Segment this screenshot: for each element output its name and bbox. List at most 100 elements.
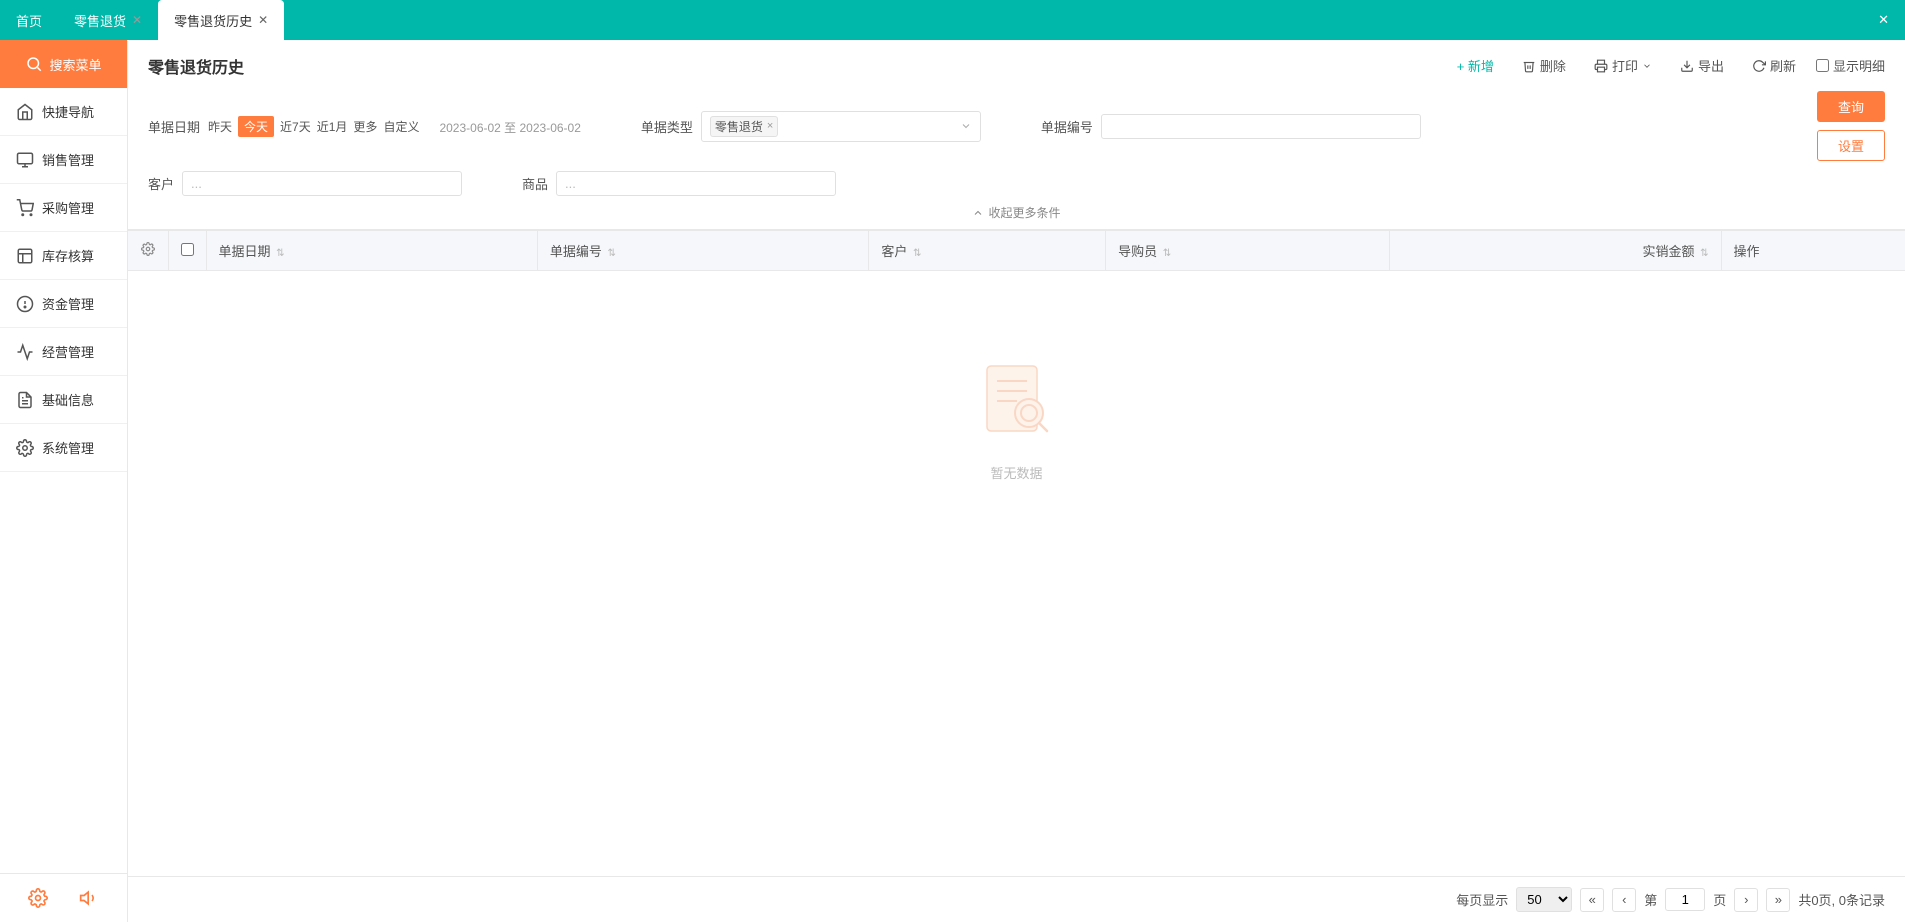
th-customer[interactable]: 客户 ⇅ <box>869 231 1106 271</box>
settings-bottom-icon[interactable] <box>26 886 50 910</box>
management-icon <box>16 343 34 361</box>
page-input[interactable] <box>1665 888 1705 911</box>
table-body: 暂无数据 <box>128 271 1905 563</box>
tab-retail-return-history-close[interactable]: ✕ <box>258 13 268 27</box>
th-checkbox[interactable] <box>168 231 206 271</box>
sort-date-icon: ⇅ <box>276 248 284 259</box>
date-shortcuts: 昨天 今天 近7天 近1月 更多 自定义 <box>208 116 419 137</box>
sidebar-item-system[interactable]: 系统管理 <box>0 424 127 472</box>
main-table: 单据日期 ⇅ 单据编号 ⇅ 客户 ⇅ 导购员 ⇅ <box>128 231 1905 562</box>
page-header: 零售退货历史 + 新增 删除 打印 导出 <box>128 40 1905 230</box>
page-title-row: 零售退货历史 + 新增 删除 打印 导出 <box>148 52 1885 79</box>
table-header-row: 单据日期 ⇅ 单据编号 ⇅ 客户 ⇅ 导购员 ⇅ <box>128 231 1905 271</box>
table-container: 单据日期 ⇅ 单据编号 ⇅ 客户 ⇅ 导购员 ⇅ <box>128 230 1905 876</box>
th-action: 操作 <box>1721 231 1905 271</box>
refresh-button[interactable]: 刷新 <box>1744 52 1804 79</box>
new-button[interactable]: + 新增 <box>1449 52 1502 79</box>
tab-home[interactable]: 首页 <box>0 0 58 40</box>
query-button[interactable]: 查询 <box>1817 91 1885 122</box>
goods-ellipsis: ... <box>565 176 576 191</box>
date-more[interactable]: 更多 <box>353 118 377 135</box>
last-page-button[interactable]: » <box>1766 888 1790 912</box>
filter-docnum-input[interactable] <box>1101 114 1421 139</box>
delete-button[interactable]: 删除 <box>1514 52 1574 79</box>
per-page-select[interactable]: 20 50 100 <box>1516 887 1572 912</box>
filter-row-1: 单据日期 昨天 今天 近7天 近1月 更多 自定义 2023-06-02 至 2… <box>148 91 1885 161</box>
main-layout: 搜索菜单 快捷导航 销售管理 采购管理 库存核算 资金管理 经营管理 基础信息 <box>0 40 1905 922</box>
tab-retail-return-history[interactable]: 零售退货历史 ✕ <box>158 0 284 40</box>
date-custom[interactable]: 自定义 <box>383 118 419 135</box>
content-area: 零售退货历史 + 新增 删除 打印 导出 <box>128 40 1905 922</box>
th-date[interactable]: 单据日期 ⇅ <box>206 231 537 271</box>
page-title: 零售退货历史 <box>148 54 244 78</box>
empty-illustration <box>967 351 1067 451</box>
filter-type-tag: 零售退货 × <box>710 116 778 137</box>
sidebar-search[interactable]: 搜索菜单 <box>0 40 127 88</box>
tab-retail-return[interactable]: 零售退货 ✕ <box>58 0 158 40</box>
filter-type-tag-close[interactable]: × <box>767 120 773 132</box>
column-settings-icon <box>141 242 155 256</box>
settings-button[interactable]: 设置 <box>1817 130 1885 161</box>
search-icon <box>25 55 43 73</box>
date-today[interactable]: 今天 <box>238 116 274 137</box>
toolbar: + 新增 删除 打印 导出 <box>1449 52 1885 79</box>
sidebar: 搜索菜单 快捷导航 销售管理 采购管理 库存核算 资金管理 经营管理 基础信息 <box>0 40 128 922</box>
sales-icon <box>16 151 34 169</box>
audio-bottom-icon[interactable] <box>77 886 101 910</box>
select-all-checkbox[interactable] <box>181 243 194 256</box>
date-7days[interactable]: 近7天 <box>280 118 311 135</box>
collapse-icon <box>972 207 984 219</box>
export-icon <box>1680 59 1694 73</box>
sidebar-item-management[interactable]: 经营管理 <box>0 328 127 376</box>
topbar-close[interactable]: ✕ <box>1878 12 1905 28</box>
print-icon <box>1594 59 1608 73</box>
sort-guide-icon: ⇅ <box>1163 248 1171 259</box>
print-button[interactable]: 打印 <box>1586 52 1660 79</box>
empty-state: 暂无数据 <box>128 271 1905 562</box>
th-settings[interactable] <box>128 231 168 271</box>
prev-page-button[interactable]: ‹ <box>1612 888 1636 912</box>
filter-goods-select[interactable]: ... <box>556 171 836 196</box>
collapse-bar[interactable]: 收起更多条件 <box>148 200 1885 229</box>
next-page-button[interactable]: › <box>1734 888 1758 912</box>
th-guide[interactable]: 导购员 ⇅ <box>1106 231 1390 271</box>
filter-customer: 客户 ... <box>148 171 462 196</box>
date-yesterday[interactable]: 昨天 <box>208 118 232 135</box>
sidebar-item-quicknav[interactable]: 快捷导航 <box>0 88 127 136</box>
th-amount[interactable]: 实销金额 ⇅ <box>1390 231 1721 271</box>
date-1month[interactable]: 近1月 <box>317 118 348 135</box>
print-dropdown-icon <box>1642 61 1652 71</box>
sidebar-item-baseinfo[interactable]: 基础信息 <box>0 376 127 424</box>
sidebar-item-inventory[interactable]: 库存核算 <box>0 232 127 280</box>
tab-retail-return-close[interactable]: ✕ <box>132 13 142 27</box>
finance-icon <box>16 295 34 313</box>
first-page-button[interactable]: « <box>1580 888 1604 912</box>
filter-customer-select[interactable]: ... <box>182 171 462 196</box>
filter-date: 单据日期 昨天 今天 近7天 近1月 更多 自定义 <box>148 116 419 137</box>
filter-area: 单据日期 昨天 今天 近7天 近1月 更多 自定义 2023-06-02 至 2… <box>148 91 1885 229</box>
system-icon <box>16 439 34 457</box>
display-detail-input[interactable] <box>1816 59 1829 72</box>
delete-icon <box>1522 59 1536 73</box>
inventory-icon <box>16 247 34 265</box>
sidebar-item-sales[interactable]: 销售管理 <box>0 136 127 184</box>
sidebar-item-purchase[interactable]: 采购管理 <box>0 184 127 232</box>
refresh-icon <box>1752 59 1766 73</box>
type-select-dropdown-icon <box>960 120 972 132</box>
info-icon <box>16 391 34 409</box>
home-icon <box>16 103 34 121</box>
display-detail-checkbox[interactable]: 显示明细 <box>1816 56 1885 75</box>
filter-row-2: 客户 ... 商品 ... <box>148 171 1885 196</box>
filter-type-select[interactable]: 零售退货 × <box>701 111 981 142</box>
date-range-display: 2023-06-02 至 2023-06-02 <box>439 119 580 136</box>
purchase-icon <box>16 199 34 217</box>
customer-ellipsis: ... <box>191 176 202 191</box>
th-docnum[interactable]: 单据编号 ⇅ <box>537 231 868 271</box>
export-button[interactable]: 导出 <box>1672 52 1732 79</box>
sort-amount-icon: ⇅ <box>1700 248 1708 259</box>
filter-goods: 商品 ... <box>522 171 836 196</box>
sidebar-bottom <box>0 873 127 922</box>
sidebar-item-finance[interactable]: 资金管理 <box>0 280 127 328</box>
filter-docnum: 单据编号 <box>1041 114 1421 139</box>
pagination: 每页显示 20 50 100 « ‹ 第 页 › » 共0页, 0条记录 <box>128 876 1905 922</box>
